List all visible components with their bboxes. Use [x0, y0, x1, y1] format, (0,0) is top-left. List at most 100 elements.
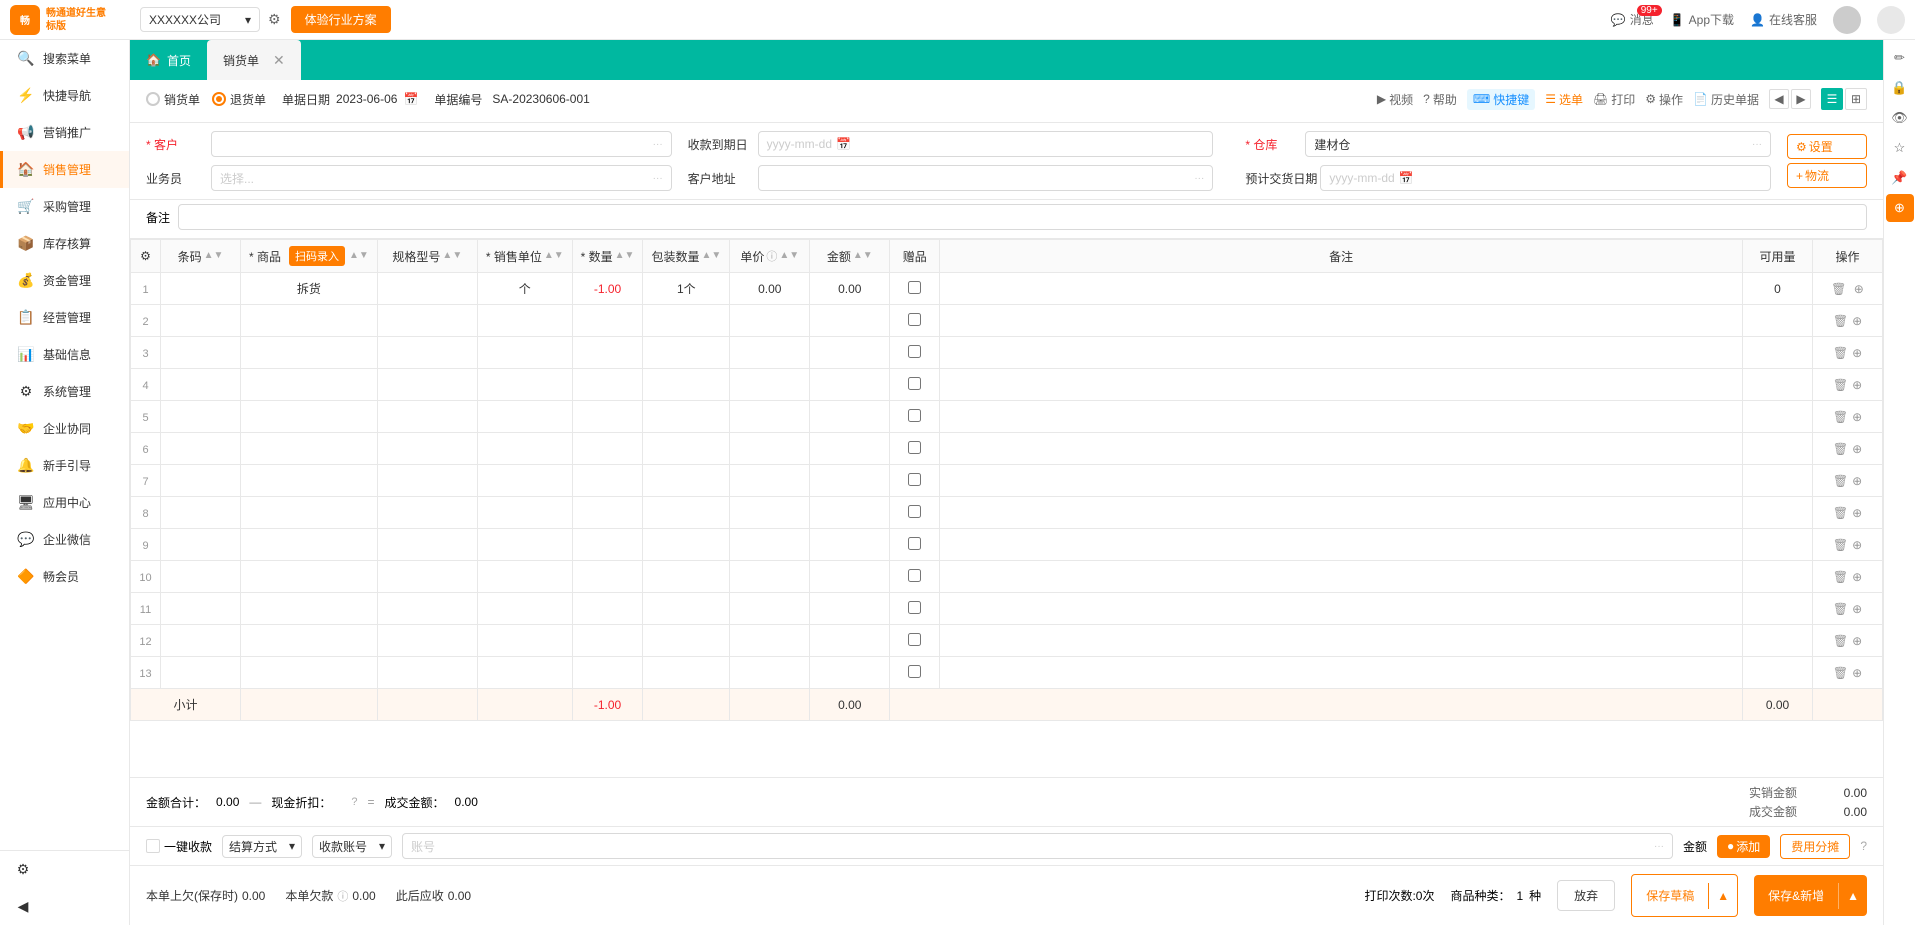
save-new-btn[interactable]: 保存&新增 ▲	[1754, 875, 1867, 916]
save-draft-main-label[interactable]: 保存草稿	[1632, 881, 1708, 910]
remarks-input[interactable]	[178, 204, 1867, 230]
row-unit-6[interactable]	[477, 433, 572, 465]
delete-icon-1[interactable]: 🗑	[1831, 282, 1846, 296]
save-new-arrow[interactable]: ▲	[1838, 883, 1867, 909]
sidebar-item-operations[interactable]: 📋 经营管理	[0, 299, 129, 336]
row-qty-4[interactable]	[572, 369, 643, 401]
save-draft-arrow[interactable]: ▲	[1708, 883, 1737, 909]
row-qty-1[interactable]: -1.00	[572, 273, 643, 305]
row-spec-3[interactable]	[377, 337, 477, 369]
sidebar-item-global-settings[interactable]: ⚙	[0, 851, 129, 888]
sidebar-item-wechat[interactable]: 💬 企业微信	[0, 521, 129, 558]
delete-icon-8[interactable]: 🗑	[1833, 506, 1848, 520]
one-click-payment-checkbox[interactable]: 一键收款	[146, 838, 212, 855]
row-product-10[interactable]	[241, 561, 378, 593]
row-amount-2[interactable]	[810, 305, 890, 337]
gift-checkbox-11[interactable]	[908, 601, 921, 614]
row-barcode-13[interactable]	[161, 657, 241, 689]
row-gift-7[interactable]	[890, 465, 940, 497]
row-barcode-1[interactable]	[161, 273, 241, 305]
row-amount-8[interactable]	[810, 497, 890, 529]
row-remark-13[interactable]	[940, 657, 1743, 689]
row-unit-7[interactable]	[477, 465, 572, 497]
row-gift-4[interactable]	[890, 369, 940, 401]
row-pkgqty-10[interactable]	[643, 561, 730, 593]
delete-icon-6[interactable]: 🗑	[1833, 442, 1848, 456]
sidebar-item-collapse[interactable]: ◀	[0, 888, 129, 925]
row-amount-13[interactable]	[810, 657, 890, 689]
row-amount-3[interactable]	[810, 337, 890, 369]
row-price-12[interactable]	[730, 625, 810, 657]
row-barcode-3[interactable]	[161, 337, 241, 369]
delete-icon-12[interactable]: 🗑	[1833, 634, 1848, 648]
row-amount-4[interactable]	[810, 369, 890, 401]
gift-checkbox-4[interactable]	[908, 377, 921, 390]
row-pkgqty-5[interactable]	[643, 401, 730, 433]
row-qty-8[interactable]	[572, 497, 643, 529]
th-settings[interactable]: ⚙	[131, 240, 161, 273]
calendar-icon-delivery[interactable]: 📅	[1399, 171, 1414, 185]
row-remark-6[interactable]	[940, 433, 1743, 465]
row-price-13[interactable]	[730, 657, 810, 689]
discard-btn[interactable]: 放弃	[1557, 880, 1615, 911]
row-spec-11[interactable]	[377, 593, 477, 625]
row-gift-5[interactable]	[890, 401, 940, 433]
row-spec-1[interactable]	[377, 273, 477, 305]
toolbar-shortcuts[interactable]: ⌨ 快捷键	[1467, 89, 1535, 110]
sidebar-item-purchase[interactable]: 🛒 采购管理	[0, 188, 129, 225]
tab-close-icon[interactable]: ✕	[273, 52, 285, 69]
radio-sales[interactable]: 销货单	[146, 91, 200, 108]
row-product-13[interactable]	[241, 657, 378, 689]
toolbar-print[interactable]: 🖨 打印	[1593, 91, 1635, 108]
row-unit-5[interactable]	[477, 401, 572, 433]
delete-icon-2[interactable]: 🗑	[1833, 314, 1848, 328]
sidebar-item-guide[interactable]: 🔔 新手引导	[0, 447, 129, 484]
row-price-2[interactable]	[730, 305, 810, 337]
nav-prev[interactable]: ◀	[1769, 89, 1789, 109]
row-product-8[interactable]	[241, 497, 378, 529]
row-amount-11[interactable]	[810, 593, 890, 625]
gift-checkbox-7[interactable]	[908, 473, 921, 486]
delete-icon-13[interactable]: 🗑	[1833, 666, 1848, 680]
row-unit-1[interactable]: 个	[477, 273, 572, 305]
tab-home[interactable]: 🏠 首页	[130, 40, 207, 80]
delete-icon-10[interactable]: 🗑	[1833, 570, 1848, 584]
row-spec-5[interactable]	[377, 401, 477, 433]
row-amount-12[interactable]	[810, 625, 890, 657]
row-barcode-4[interactable]	[161, 369, 241, 401]
copy-icon-12[interactable]: ⊕	[1852, 634, 1862, 648]
copy-icon-4[interactable]: ⊕	[1852, 378, 1862, 392]
gift-checkbox-2[interactable]	[908, 313, 921, 326]
settings-action-btn[interactable]: ⚙ 设置	[1787, 134, 1867, 159]
row-price-8[interactable]	[730, 497, 810, 529]
toolbar-history[interactable]: 📄 历史单据	[1693, 91, 1759, 108]
row-pkgqty-12[interactable]	[643, 625, 730, 657]
row-unit-8[interactable]	[477, 497, 572, 529]
row-qty-9[interactable]	[572, 529, 643, 561]
row-product-6[interactable]	[241, 433, 378, 465]
sidebar-item-quick-nav[interactable]: ⚡ 快捷导航	[0, 77, 129, 114]
right-tool-eye[interactable]: 👁	[1886, 104, 1914, 132]
row-remark-2[interactable]	[940, 305, 1743, 337]
row-spec-10[interactable]	[377, 561, 477, 593]
row-price-9[interactable]	[730, 529, 810, 561]
row-qty-11[interactable]	[572, 593, 643, 625]
payment-help-icon[interactable]: ?	[1860, 839, 1867, 853]
avatar[interactable]	[1833, 6, 1861, 34]
row-remark-10[interactable]	[940, 561, 1743, 593]
row-pkgqty-9[interactable]	[643, 529, 730, 561]
row-remark-8[interactable]	[940, 497, 1743, 529]
gift-checkbox-6[interactable]	[908, 441, 921, 454]
row-gift-12[interactable]	[890, 625, 940, 657]
row-qty-13[interactable]	[572, 657, 643, 689]
message-btn[interactable]: 💬 消息 99+	[1611, 11, 1654, 28]
settings-icon[interactable]: ⚙	[268, 11, 281, 28]
right-tool-compose[interactable]: ✏	[1886, 44, 1914, 72]
row-unit-4[interactable]	[477, 369, 572, 401]
copy-icon-9[interactable]: ⊕	[1852, 538, 1862, 552]
row-gift-3[interactable]	[890, 337, 940, 369]
row-remark-5[interactable]	[940, 401, 1743, 433]
row-qty-6[interactable]	[572, 433, 643, 465]
right-tool-star[interactable]: ☆	[1886, 134, 1914, 162]
sidebar-item-search[interactable]: 🔍 搜索菜单	[0, 40, 129, 77]
